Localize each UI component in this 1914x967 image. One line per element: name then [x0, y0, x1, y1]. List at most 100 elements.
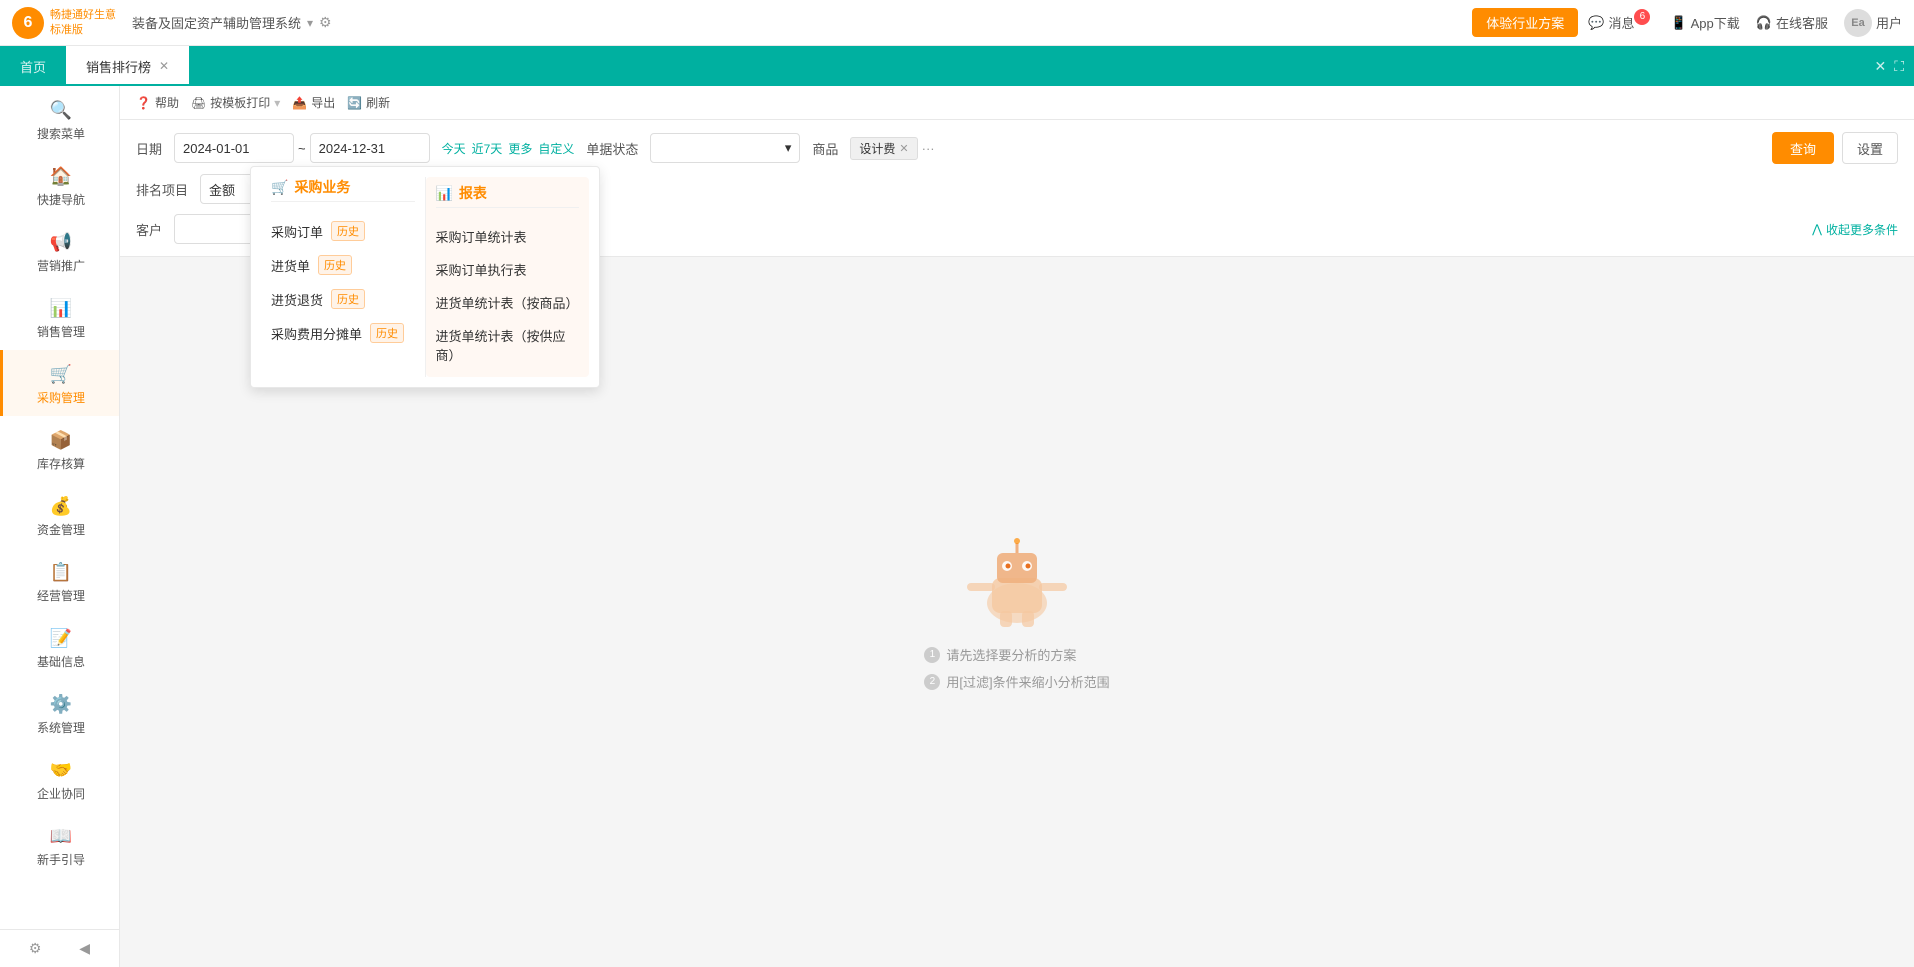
tab-bar: 首页 销售排行榜 ✕ ✕ ⛶ — [0, 46, 1914, 86]
dropdown-menu: 🛒 采购业务 采购订单 历史 进货单 历史 进货退货 历史 — [250, 166, 600, 388]
sidebar-collapse-btn[interactable]: ◀ — [79, 940, 90, 957]
sidebar-item-finance[interactable]: 💰 资金管理 — [0, 482, 119, 548]
goods-tag-close[interactable]: ✕ — [899, 142, 908, 155]
dropdown-columns: 🛒 采购业务 采购订单 历史 进货单 历史 进货退货 历史 — [261, 177, 589, 377]
dropdown-item-inbound-stat-supplier[interactable]: 进货单统计表（按供应商） — [436, 319, 580, 371]
system-settings-icon[interactable]: ⚙ — [319, 14, 332, 31]
today-link[interactable]: 今天 — [442, 140, 466, 157]
sidebar-item-system[interactable]: ⚙️ 系统管理 — [0, 680, 119, 746]
help-icon: ❓ — [136, 96, 151, 110]
purchase-col-icon: 🛒 — [271, 179, 288, 196]
sidebar-item-guide[interactable]: 📖 新手引导 — [0, 812, 119, 878]
print-btn[interactable]: 🖨 按模板打印 ▾ — [191, 94, 280, 111]
sidebar-item-operations[interactable]: 📋 经营管理 — [0, 548, 119, 614]
empty-step-1: 1 请先选择要分析的方案 — [924, 645, 1109, 664]
enterprise-icon: 🤝 — [50, 760, 72, 781]
message-icon: 💬 — [1588, 15, 1604, 31]
sidebar-item-quick-nav[interactable]: 🏠 快捷导航 — [0, 152, 119, 218]
report-col-icon: 📊 — [436, 185, 453, 202]
history-badge-3: 历史 — [370, 323, 404, 343]
app-download-btn[interactable]: 📱 App下载 — [1670, 13, 1739, 32]
purchase-icon: 🛒 — [50, 364, 72, 385]
sidebar-item-sales[interactable]: 📊 销售管理 — [0, 284, 119, 350]
headset-icon: 🎧 — [1756, 15, 1772, 31]
empty-text-area: 1 请先选择要分析的方案 2 用[过滤]条件来缩小分析范围 — [924, 645, 1109, 691]
system-title-area: 装备及固定资产辅助管理系统 ▾ ⚙ — [132, 13, 1462, 32]
date-start-input[interactable] — [174, 133, 294, 163]
print-arrow-icon: ▾ — [274, 96, 280, 110]
query-btn[interactable]: 查询 — [1772, 132, 1834, 164]
export-btn[interactable]: 📤 导出 — [292, 94, 335, 111]
collapse-btn[interactable]: ⋀ 收起更多条件 — [1812, 221, 1898, 238]
purchase-col-title: 🛒 采购业务 — [271, 177, 415, 202]
message-btn[interactable]: 💬 消息 6 — [1588, 13, 1654, 32]
dropdown-item-return[interactable]: 进货退货 历史 — [271, 282, 415, 316]
rank-item-label: 排名项目 — [136, 180, 188, 199]
industry-btn[interactable]: 体验行业方案 — [1472, 8, 1578, 37]
title-dropdown-arrow[interactable]: ▾ — [307, 16, 313, 30]
sidebar-settings-btn[interactable]: ⚙ — [29, 940, 42, 957]
logo-area: 6 畅捷通好生意 标准版 — [12, 7, 122, 39]
history-badge-2: 历史 — [331, 289, 365, 309]
search-icon: 🔍 — [50, 100, 72, 121]
online-service-btn[interactable]: 🎧 在线客服 — [1756, 13, 1828, 32]
dropdown-item-purchase-order[interactable]: 采购订单 历史 — [271, 214, 415, 248]
help-btn[interactable]: ❓ 帮助 — [136, 94, 179, 111]
goods-filter-area: 设计费 ✕ ··· — [850, 137, 934, 160]
voucher-status-arrow: ▾ — [785, 140, 792, 156]
sidebar-item-enterprise[interactable]: 🤝 企业协同 — [0, 746, 119, 812]
inventory-icon: 📦 — [50, 430, 72, 451]
tab-home[interactable]: 首页 — [0, 46, 66, 86]
sidebar-item-marketing[interactable]: 📢 营销推广 — [0, 218, 119, 284]
sidebar-item-purchase[interactable]: 🛒 采购管理 — [0, 350, 119, 416]
filter-query-actions: 查询 设置 — [1772, 132, 1898, 164]
basic-info-icon: 📝 — [50, 628, 72, 649]
user-btn[interactable]: Ea 用户 — [1844, 9, 1902, 37]
expand-icon[interactable]: ⛶ — [1894, 58, 1904, 75]
last7days-link[interactable]: 近7天 — [472, 140, 503, 157]
voucher-status-select[interactable]: ▾ — [650, 133, 800, 163]
date-range: ~ — [174, 133, 430, 163]
message-badge: 6 — [1634, 9, 1650, 25]
tab-close-icon[interactable]: ✕ — [159, 59, 169, 73]
sidebar-bottom: ⚙ ◀ — [0, 929, 119, 967]
logo-text: 畅捷通好生意 标准版 — [50, 8, 116, 37]
refresh-btn[interactable]: 🔄 刷新 — [347, 94, 390, 111]
custom-date-link[interactable]: 自定义 — [538, 140, 574, 157]
sidebar-item-search[interactable]: 🔍 搜索菜单 — [0, 86, 119, 152]
dropdown-item-order-exec[interactable]: 采购订单执行表 — [436, 253, 580, 286]
dropdown-item-inbound-stat-goods[interactable]: 进货单统计表（按商品） — [436, 286, 580, 319]
more-date-link[interactable]: 更多 — [508, 140, 532, 157]
phone-icon: 📱 — [1670, 15, 1686, 31]
date-end-input[interactable] — [310, 133, 430, 163]
dropdown-item-expense[interactable]: 采购费用分摊单 历史 — [271, 316, 415, 350]
collapse-icon: ⋀ — [1812, 222, 1822, 236]
system-icon: ⚙️ — [50, 694, 72, 715]
dropdown-item-inbound[interactable]: 进货单 历史 — [271, 248, 415, 282]
main-layout: 🔍 搜索菜单 🏠 快捷导航 📢 营销推广 📊 销售管理 🛒 采购管理 📦 库存核… — [0, 86, 1914, 967]
toolbar: ❓ 帮助 🖨 按模板打印 ▾ 📤 导出 🔄 刷新 — [120, 86, 1914, 120]
voucher-status-label: 单据状态 — [586, 139, 638, 158]
sidebar-item-inventory[interactable]: 📦 库存核算 — [0, 416, 119, 482]
dropdown-item-order-stat[interactable]: 采购订单统计表 — [436, 220, 580, 253]
operations-icon: 📋 — [50, 562, 72, 583]
customer-label: 客户 — [136, 220, 162, 239]
sidebar: 🔍 搜索菜单 🏠 快捷导航 📢 营销推广 📊 销售管理 🛒 采购管理 📦 库存核… — [0, 86, 120, 967]
date-shortcut-links: 今天 近7天 更多 自定义 — [442, 140, 575, 157]
close-all-icon[interactable]: ✕ — [1874, 58, 1886, 75]
tab-sales-rank[interactable]: 销售排行榜 ✕ — [66, 46, 189, 86]
home-icon: 🏠 — [50, 166, 72, 187]
step2-num: 2 — [924, 674, 940, 690]
setting-btn[interactable]: 设置 — [1842, 132, 1898, 164]
dropdown-purchase-col: 🛒 采购业务 采购订单 历史 进货单 历史 进货退货 历史 — [261, 177, 425, 377]
goods-more-btn[interactable]: ··· — [922, 141, 935, 156]
content-area: ❓ 帮助 🖨 按模板打印 ▾ 📤 导出 🔄 刷新 日期 — [120, 86, 1914, 967]
empty-robot-icon — [957, 533, 1077, 633]
top-right-actions: 💬 消息 6 📱 App下载 🎧 在线客服 Ea 用户 — [1588, 9, 1902, 37]
print-icon: 🖨 — [191, 96, 206, 110]
date-label: 日期 — [136, 139, 162, 158]
avatar: Ea — [1844, 9, 1872, 37]
sidebar-item-basic-info[interactable]: 📝 基础信息 — [0, 614, 119, 680]
empty-step-2: 2 用[过滤]条件来缩小分析范围 — [924, 672, 1109, 691]
system-title-text: 装备及固定资产辅助管理系统 — [132, 13, 301, 32]
